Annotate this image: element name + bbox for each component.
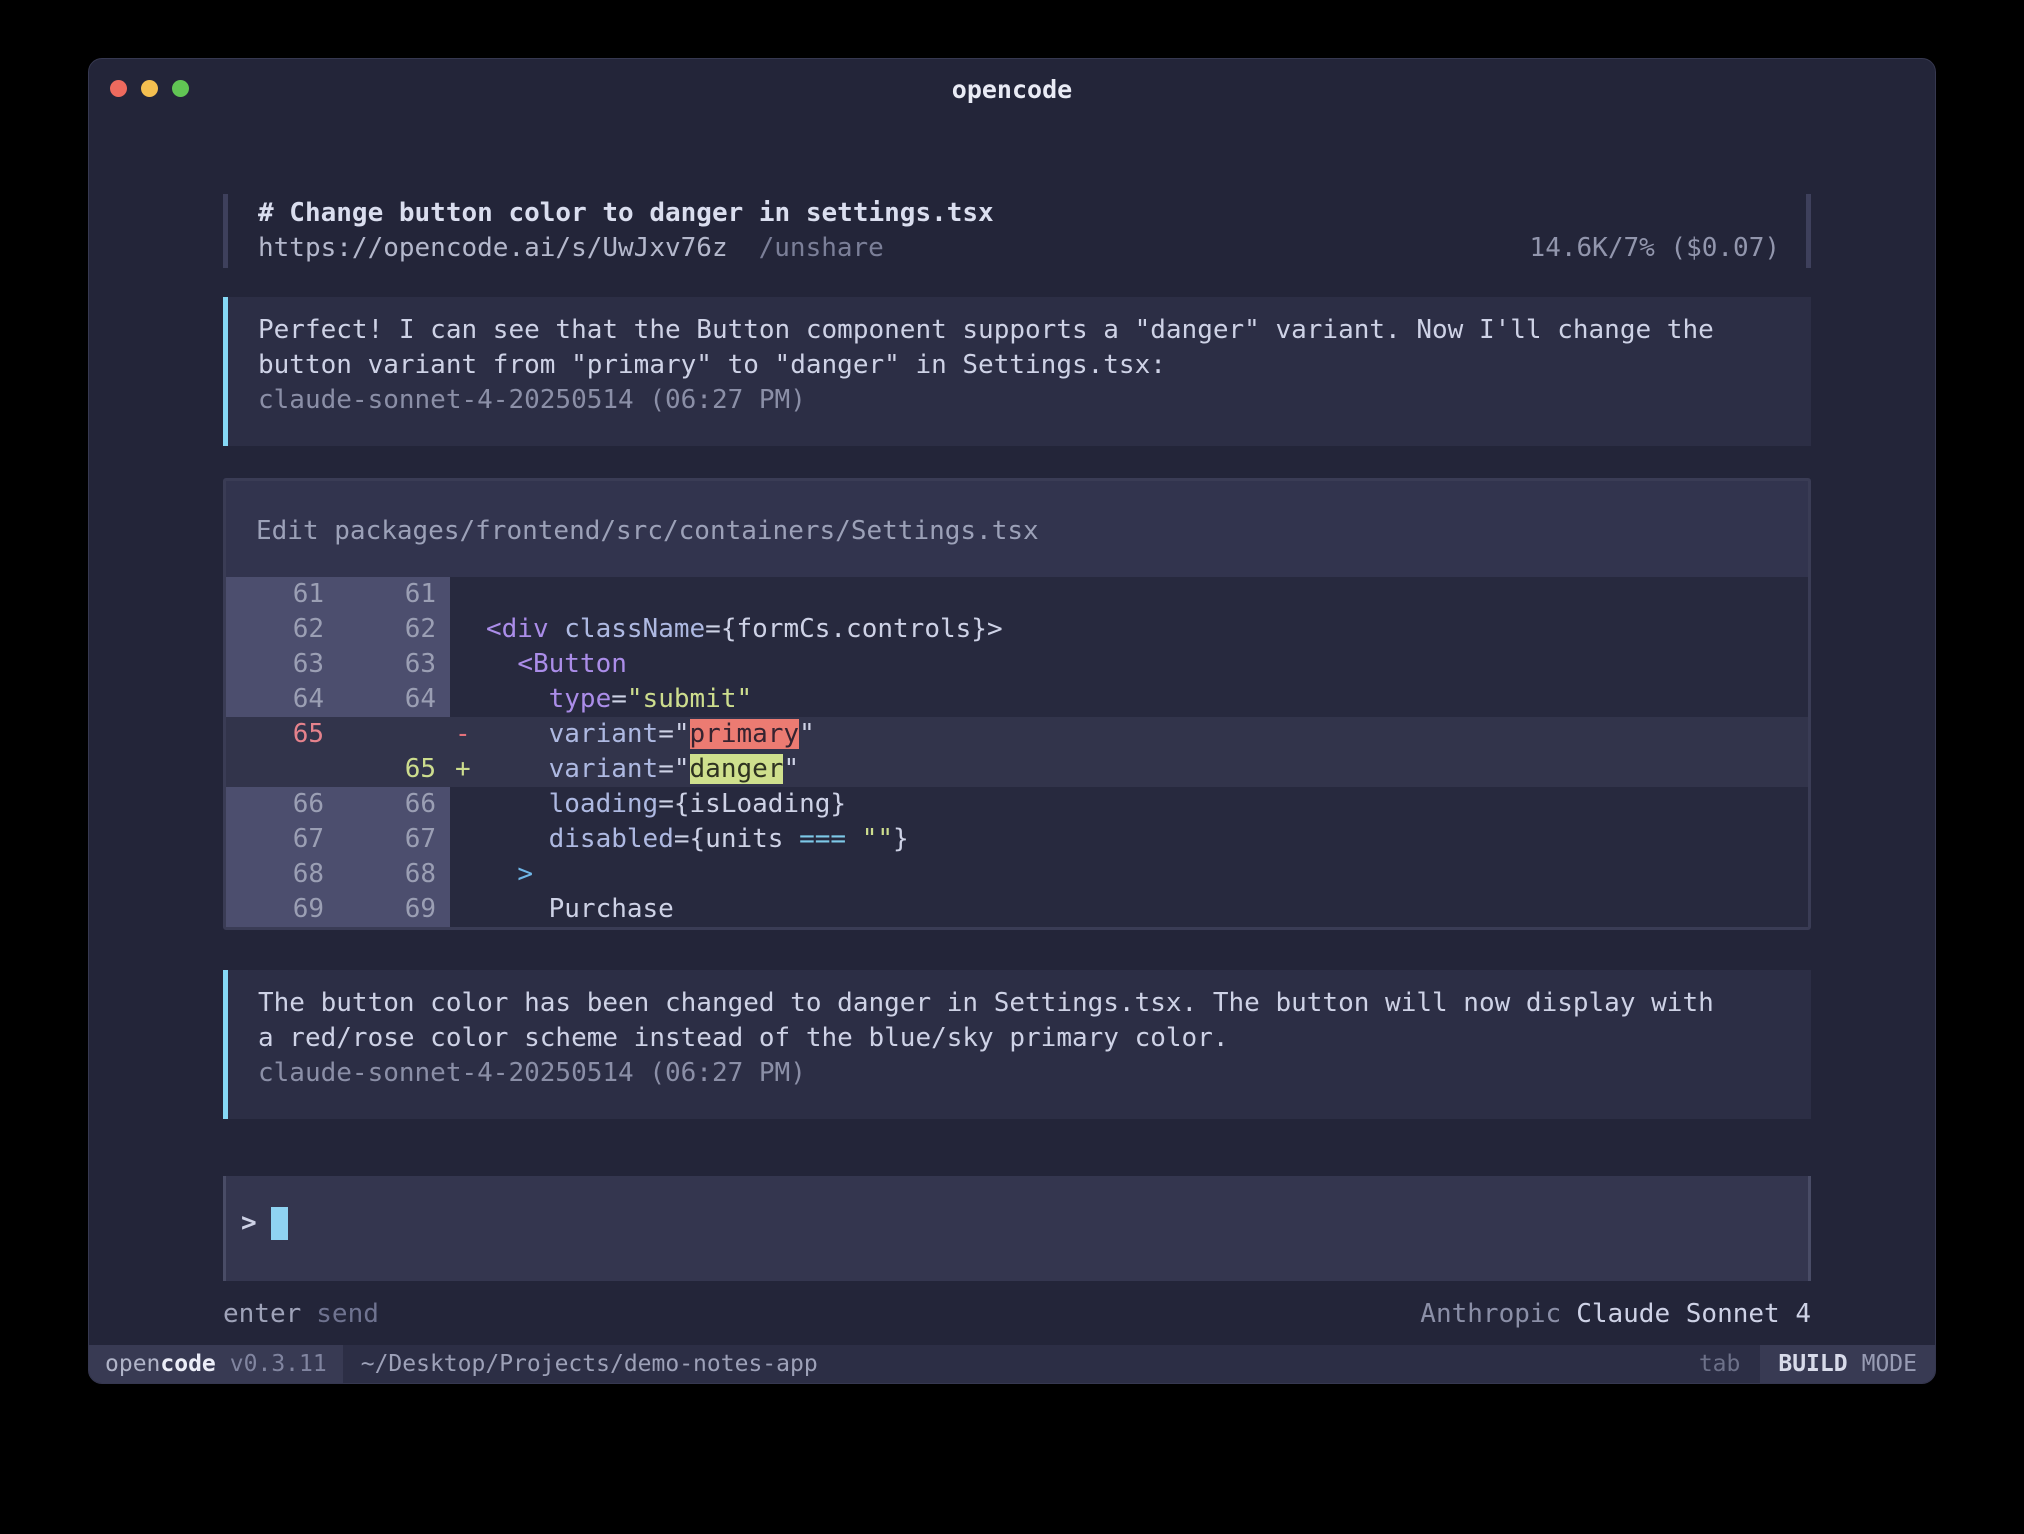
tab-key-hint: tab [1699, 1345, 1761, 1383]
share-url-link[interactable]: https://opencode.ai/s/UwJxv76z [258, 231, 728, 266]
diff-marker [450, 682, 486, 717]
diff-row-removed: 65 - variant="primary" [226, 717, 1808, 752]
session-title: # Change button color to danger in setti… [258, 196, 1780, 231]
line-number-new: 64 [338, 682, 450, 717]
close-button[interactable] [110, 80, 127, 97]
code-line: type="submit" [486, 682, 752, 717]
model-timestamp: claude-sonnet-4-20250514 (06:27 PM) [258, 1056, 1785, 1091]
line-number-new: 62 [338, 612, 450, 647]
code-line: variant="primary" [486, 717, 815, 752]
diff-row-context: 6666 loading={isLoading} [226, 787, 1808, 822]
minimize-button[interactable] [141, 80, 158, 97]
diff-row-context: 6767 disabled={units === ""} [226, 822, 1808, 857]
code-line: > [486, 857, 533, 892]
line-number-new: 69 [338, 892, 450, 927]
diff-row-context: 6969 Purchase [226, 892, 1808, 927]
message-text-line: Perfect! I can see that the Button compo… [258, 313, 1785, 348]
message-text-line: button variant from "primary" to "danger… [258, 348, 1785, 383]
model-label[interactable]: Claude Sonnet 4 [1576, 1299, 1811, 1329]
mode-name: BUILD [1778, 1351, 1847, 1377]
session-view: # Change button color to danger in setti… [89, 121, 1935, 1345]
code-line: Purchase [486, 892, 674, 927]
line-number-old: 69 [226, 892, 338, 927]
diff-marker [450, 612, 486, 647]
line-number-old: 62 [226, 612, 338, 647]
diff-row-context: 6868 > [226, 857, 1808, 892]
line-number-new: 67 [338, 822, 450, 857]
code-line: <div className={formCs.controls}> [486, 612, 1003, 647]
diff-marker: - [450, 717, 486, 752]
line-number-old: 61 [226, 577, 338, 612]
line-number-old: 64 [226, 682, 338, 717]
diff-marker [450, 857, 486, 892]
edit-tool-title: Edit packages/frontend/src/containers/Se… [226, 481, 1808, 577]
status-bar: opencode v0.3.11 ~/Desktop/Projects/demo-… [89, 1345, 1935, 1383]
line-number-new: 66 [338, 787, 450, 822]
diff-row-context: 6363 <Button [226, 647, 1808, 682]
unshare-command[interactable]: /unshare [759, 231, 884, 266]
assistant-message: Perfect! I can see that the Button compo… [223, 297, 1811, 446]
line-number-old: 67 [226, 822, 338, 857]
model-timestamp: claude-sonnet-4-20250514 (06:27 PM) [258, 383, 1785, 418]
app-version-badge: opencode v0.3.11 [89, 1345, 343, 1383]
line-number-new: 68 [338, 857, 450, 892]
line-number-new: 65 [338, 752, 450, 787]
message-text-line: The button color has been changed to dan… [258, 986, 1785, 1021]
edit-tool-card: Edit packages/frontend/src/containers/Se… [223, 478, 1811, 930]
line-number-old: 65 [226, 717, 338, 752]
app-name-open: open [105, 1351, 160, 1377]
code-line: disabled={units === ""} [486, 822, 909, 857]
diff-marker [450, 822, 486, 857]
diff-marker [450, 647, 486, 682]
session-header: # Change button color to danger in setti… [223, 194, 1811, 268]
diff-marker [450, 577, 486, 612]
line-number-old: 63 [226, 647, 338, 682]
app-window: opencode # Change button color to danger… [88, 58, 1936, 1384]
code-line: <Button [486, 647, 627, 682]
line-number-new: 63 [338, 647, 450, 682]
enter-key-hint: enter [223, 1299, 301, 1329]
diff-marker: + [450, 752, 486, 787]
diff-marker [450, 892, 486, 927]
diff-view: 61616262 <div className={formCs.controls}… [226, 577, 1808, 927]
line-number-new [338, 717, 450, 752]
maximize-button[interactable] [172, 80, 189, 97]
prompt-input[interactable]: > [223, 1176, 1811, 1281]
code-line: loading={isLoading} [486, 787, 846, 822]
line-number-old: 66 [226, 787, 338, 822]
diff-row-added: 65+ variant="danger" [226, 752, 1808, 787]
diff-row-context: 6464 type="submit" [226, 682, 1808, 717]
code-line: variant="danger" [486, 752, 799, 787]
window-title: opencode [89, 59, 1935, 104]
diff-row-context: 6161 [226, 577, 1808, 612]
assistant-message: The button color has been changed to dan… [223, 970, 1811, 1119]
titlebar: opencode [89, 59, 1935, 121]
message-text-line: a red/rose color scheme instead of the b… [258, 1021, 1785, 1056]
context-usage-stats: 14.6K/7% ($0.07) [1530, 231, 1780, 266]
prompt-symbol: > [241, 1208, 257, 1238]
line-number-old: 68 [226, 857, 338, 892]
line-number-new: 61 [338, 577, 450, 612]
diff-marker [450, 787, 486, 822]
traffic-lights [110, 80, 189, 97]
line-number-old [226, 752, 338, 787]
text-cursor [271, 1207, 288, 1240]
diff-row-context: 6262 <div className={formCs.controls}> [226, 612, 1808, 647]
send-action-hint: send [316, 1299, 379, 1329]
mode-word: MODE [1862, 1351, 1917, 1377]
app-version: v0.3.11 [230, 1351, 327, 1377]
build-mode-toggle[interactable]: BUILD MODE [1760, 1345, 1935, 1383]
app-name-code: code [160, 1351, 215, 1377]
working-directory: ~/Desktop/Projects/demo-notes-app [343, 1345, 1699, 1383]
provider-label: Anthropic [1420, 1299, 1561, 1329]
hints-row: enter send Anthropic Claude Sonnet 4 [223, 1297, 1811, 1332]
